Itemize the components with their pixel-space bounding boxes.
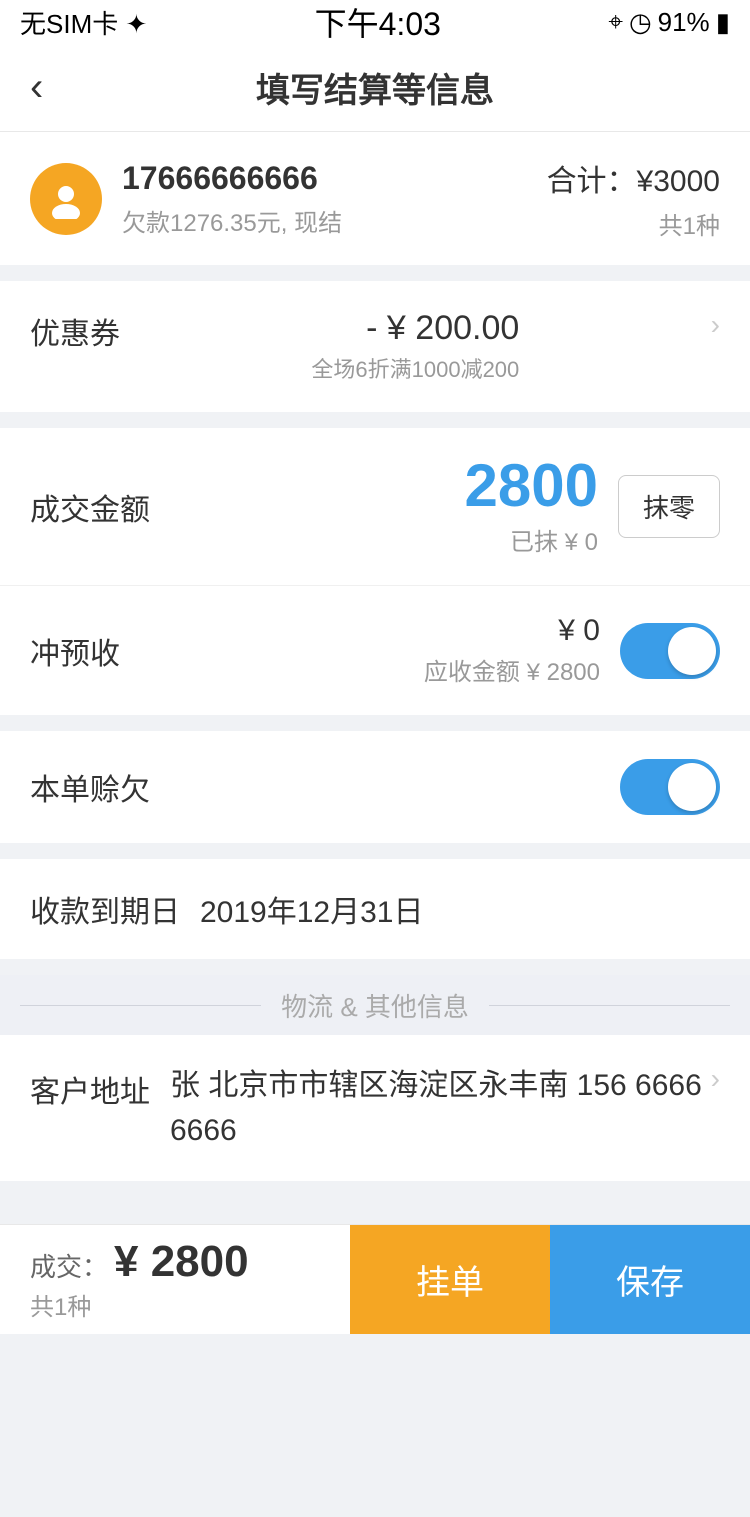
duedate-value: 2019年12月31日 xyxy=(200,887,423,931)
battery-icon: ▮ xyxy=(716,7,730,38)
alarm-icon: ◷ xyxy=(629,7,652,38)
coupon-value: - ¥ 200.00 xyxy=(311,309,519,348)
footer-info: 成交： ¥ 2800 共1种 xyxy=(0,1237,350,1322)
coupon-value-wrap: - ¥ 200.00 全场6折满1000减200 xyxy=(311,309,519,384)
divider-line-right xyxy=(489,1005,730,1006)
deal-right: 2800 已抹 ¥ 0 抹零 xyxy=(465,456,721,557)
battery-label: 91% xyxy=(658,7,710,38)
precharge-right: ¥ 0 应收金额 ¥ 2800 xyxy=(424,614,720,687)
footer-buttons: 挂单 保存 xyxy=(350,1225,750,1334)
page-title: 填写结算等信息 xyxy=(256,63,494,112)
precharge-amount: ¥ 0 xyxy=(424,614,600,648)
debt-label: 本单赊欠 xyxy=(30,765,150,809)
nav-bar: ‹ 填写结算等信息 xyxy=(0,44,750,132)
duedate-row: 收款到期日 2019年12月31日 xyxy=(0,859,750,959)
round-button[interactable]: 抹零 xyxy=(618,475,720,538)
address-row[interactable]: 客户地址 张 北京市市辖区海淀区永丰南 156 6666 6666 › xyxy=(0,1035,750,1181)
status-right: ⌖ ◷ 91% ▮ xyxy=(608,6,730,38)
customer-total: 合计：¥3000 共1种 xyxy=(547,156,720,241)
precharge-row: 冲预收 ¥ 0 应收金额 ¥ 2800 xyxy=(0,585,750,715)
duedate-label: 收款到期日 xyxy=(30,887,180,931)
address-chevron-icon: › xyxy=(711,1063,720,1095)
address-value: 张 北京市市辖区海淀区永丰南 156 6666 6666 xyxy=(170,1063,711,1153)
save-button[interactable]: 保存 xyxy=(550,1225,750,1334)
sim-label: 无SIM卡 ✦ xyxy=(20,4,147,41)
status-left: 无SIM卡 ✦ xyxy=(20,4,147,41)
item-count: 共1种 xyxy=(547,206,720,241)
deal-amount-value: 2800 xyxy=(465,456,598,516)
toggle-knob xyxy=(668,627,716,675)
logistics-label: 物流 & 其他信息 xyxy=(281,987,469,1024)
customer-phone: 17666666666 xyxy=(122,160,342,197)
total-amount: 合计：¥3000 xyxy=(547,156,720,200)
status-time: 下午4:03 xyxy=(315,0,441,45)
back-button[interactable]: ‹ xyxy=(30,65,43,110)
customer-debt: 欠款1276.35元, 现结 xyxy=(122,203,342,238)
debt-row: 本单赊欠 xyxy=(0,731,750,843)
deal-amount-wrap: 2800 已抹 ¥ 0 xyxy=(465,456,598,557)
precharge-toggle[interactable] xyxy=(620,623,720,679)
address-label: 客户地址 xyxy=(30,1063,150,1111)
footer: 成交： ¥ 2800 共1种 挂单 保存 xyxy=(0,1224,750,1334)
receivable-amount: 应收金额 ¥ 2800 xyxy=(424,652,600,687)
divider-line-left xyxy=(20,1005,261,1006)
location-icon: ⌖ xyxy=(608,6,623,38)
customer-left: 17666666666 欠款1276.35元, 现结 xyxy=(30,160,342,238)
status-bar: 无SIM卡 ✦ 下午4:03 ⌖ ◷ 91% ▮ xyxy=(0,0,750,44)
customer-info-row: 17666666666 欠款1276.35元, 现结 合计：¥3000 共1种 xyxy=(0,132,750,265)
footer-count: 共1种 xyxy=(30,1287,320,1322)
logistics-divider: 物流 & 其他信息 xyxy=(0,975,750,1035)
debt-toggle-knob xyxy=(668,763,716,811)
deal-amount-label: 成交金额 xyxy=(30,485,150,529)
footer-deal-amount: ¥ 2800 xyxy=(114,1237,249,1287)
debt-toggle[interactable] xyxy=(620,759,720,815)
precharge-amount-wrap: ¥ 0 应收金额 ¥ 2800 xyxy=(424,614,600,687)
coupon-section: 优惠券 - ¥ 200.00 全场6折满1000减200 › xyxy=(0,281,750,412)
footer-deal-prefix: 成交： xyxy=(30,1247,108,1284)
precharge-label: 冲预收 xyxy=(30,629,120,673)
avatar xyxy=(30,163,102,235)
coupon-label: 优惠券 xyxy=(30,309,120,353)
deal-amount-row: 成交金额 2800 已抹 ¥ 0 抹零 xyxy=(0,428,750,585)
footer-deal-row: 成交： ¥ 2800 xyxy=(30,1237,320,1287)
deal-erased: 已抹 ¥ 0 xyxy=(465,522,598,557)
customer-details: 17666666666 欠款1276.35元, 现结 xyxy=(122,160,342,238)
chevron-right-icon: › xyxy=(711,309,720,341)
hang-button[interactable]: 挂单 xyxy=(350,1225,550,1334)
coupon-row[interactable]: 优惠券 - ¥ 200.00 全场6折满1000减200 › xyxy=(0,281,750,412)
coupon-description: 全场6折满1000减200 xyxy=(311,352,519,384)
deal-section: 成交金额 2800 已抹 ¥ 0 抹零 冲预收 ¥ 0 应收金额 ¥ 2800 xyxy=(0,428,750,715)
